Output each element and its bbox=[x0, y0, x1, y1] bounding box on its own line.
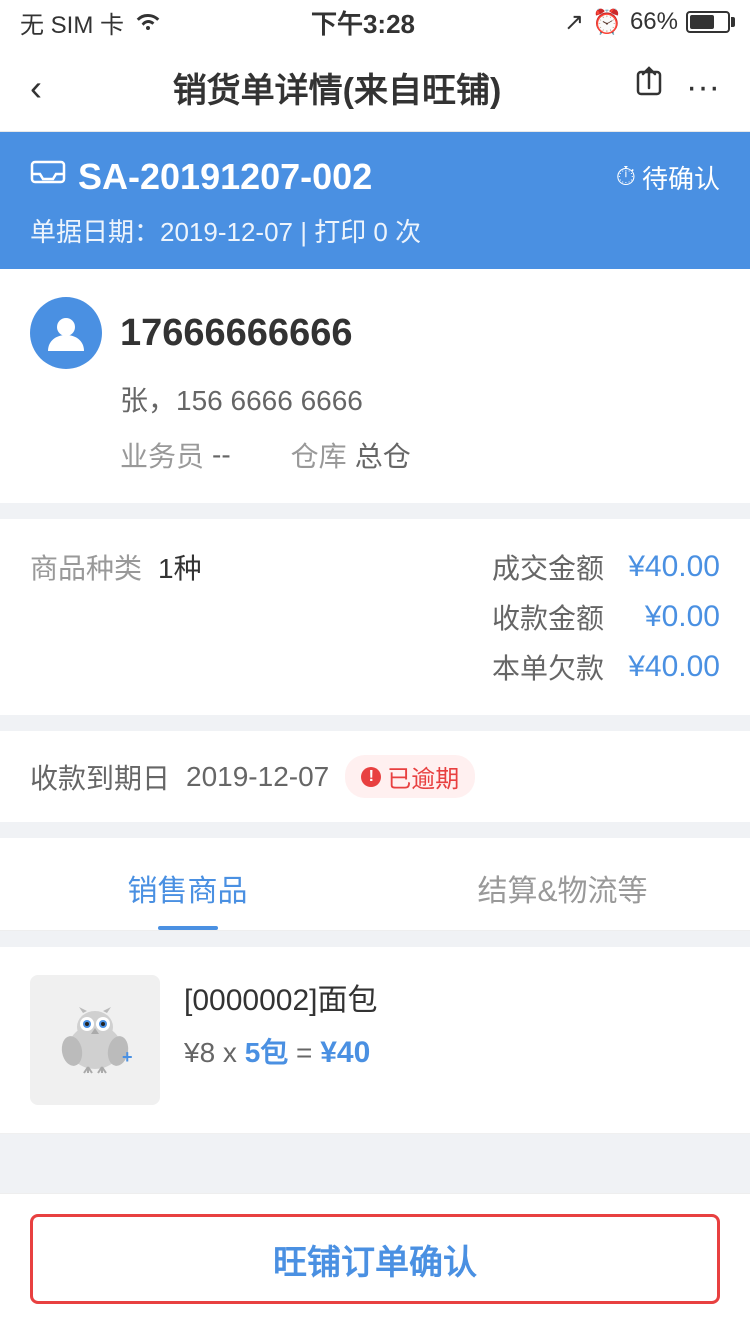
order-id-text: SA-20191207-002 bbox=[78, 156, 372, 198]
tab-settlement[interactable]: 结算&物流等 bbox=[375, 838, 750, 930]
amount-label-0: 成交金额 bbox=[492, 547, 604, 587]
status-time: 下午3:28 bbox=[311, 4, 415, 41]
unit-price: ¥8 x bbox=[184, 1037, 245, 1068]
product-thumbnail: + bbox=[30, 975, 160, 1105]
nav-actions: ··· bbox=[632, 66, 720, 109]
duedate-value: 2019-12-07 bbox=[186, 761, 329, 793]
status-bar: 无 SIM 卡 下午3:28 ↗ ⏰ 66% bbox=[0, 0, 750, 44]
customer-avatar bbox=[30, 297, 102, 369]
product-name: [0000002]面包 bbox=[184, 975, 720, 1019]
summary-right: 成交金额 ¥40.00 收款金额 ¥0.00 本单欠款 ¥40.00 bbox=[492, 547, 720, 687]
order-date: 单据日期：2019-12-07 | 打印 0 次 bbox=[30, 212, 720, 249]
tab-products-label: 销售商品 bbox=[128, 875, 248, 908]
quantity: 5包 bbox=[245, 1037, 289, 1068]
tab-products[interactable]: 销售商品 bbox=[0, 838, 375, 930]
overdue-badge: ! 已逾期 bbox=[345, 755, 475, 798]
product-price: ¥8 x 5包 = ¥40 bbox=[184, 1031, 720, 1071]
battery-icon bbox=[686, 11, 730, 33]
duedate-section: 收款到期日 2019-12-07 ! 已逾期 bbox=[0, 731, 750, 822]
customer-phone: 17666666666 bbox=[120, 312, 352, 355]
customer-name: 张，156 6666 6666 bbox=[120, 379, 720, 419]
page-title: 销货单详情(来自旺铺) bbox=[173, 63, 502, 112]
carrier-text: 无 SIM 卡 bbox=[20, 5, 124, 40]
battery-percent: 66% bbox=[630, 8, 678, 36]
customer-section: 17666666666 张，156 6666 6666 业务员 -- 仓库 总仓 bbox=[0, 269, 750, 503]
share-icon[interactable] bbox=[632, 66, 666, 109]
product-item: + [0000002]面包 ¥8 x 5包 = ¥40 bbox=[0, 947, 750, 1134]
equals: = bbox=[288, 1037, 320, 1068]
category-label: 商品种类 bbox=[30, 547, 142, 587]
more-icon[interactable]: ··· bbox=[686, 68, 720, 107]
location-icon: ↗ bbox=[564, 8, 584, 37]
warehouse-value: 总仓 bbox=[355, 435, 411, 475]
customer-meta: 业务员 -- 仓库 总仓 bbox=[120, 435, 720, 475]
sales-rep-label: 业务员 bbox=[120, 435, 204, 475]
status-left: 无 SIM 卡 bbox=[20, 5, 162, 40]
order-status-text: 待确认 bbox=[642, 159, 720, 196]
amount-value-0: ¥40.00 bbox=[620, 550, 720, 584]
alarm-icon: ⏰ bbox=[592, 8, 622, 37]
bottom-bar: 旺铺订单确认 bbox=[0, 1193, 750, 1334]
product-list: + [0000002]面包 ¥8 x 5包 = ¥40 bbox=[0, 947, 750, 1134]
nav-bar: ‹ 销货单详情(来自旺铺) ··· bbox=[0, 44, 750, 132]
amount-value-1: ¥0.00 bbox=[620, 600, 720, 634]
wifi-icon bbox=[134, 8, 162, 37]
amount-value-2: ¥40.00 bbox=[620, 650, 720, 684]
clock-icon: ⏱ bbox=[616, 161, 636, 193]
category-value: 1种 bbox=[158, 547, 202, 587]
svg-text:+: + bbox=[122, 1047, 133, 1067]
summary-section: 商品种类 1种 成交金额 ¥40.00 收款金额 ¥0.00 本单欠款 ¥40.… bbox=[0, 519, 750, 715]
order-status: ⏱ 待确认 bbox=[616, 159, 720, 196]
amount-label-2: 本单欠款 bbox=[492, 647, 604, 687]
product-info: [0000002]面包 ¥8 x 5包 = ¥40 bbox=[184, 975, 720, 1071]
tabs-section: 销售商品 结算&物流等 bbox=[0, 838, 750, 931]
sales-rep-value: -- bbox=[212, 439, 231, 471]
duedate-label: 收款到期日 bbox=[30, 757, 170, 797]
tabs-header: 销售商品 结算&物流等 bbox=[0, 838, 750, 931]
status-right: ↗ ⏰ 66% bbox=[564, 8, 730, 37]
tab-settlement-label: 结算&物流等 bbox=[477, 875, 647, 908]
order-id-section: SA-20191207-002 bbox=[30, 156, 372, 198]
total-price: ¥40 bbox=[320, 1036, 370, 1069]
confirm-button[interactable]: 旺铺订单确认 bbox=[30, 1214, 720, 1304]
overdue-text: 已逾期 bbox=[387, 759, 459, 794]
warehouse-label: 仓库 bbox=[291, 435, 347, 475]
order-header: SA-20191207-002 ⏱ 待确认 单据日期：2019-12-07 | … bbox=[0, 132, 750, 269]
amount-label-1: 收款金额 bbox=[492, 597, 604, 637]
summary-left: 商品种类 1种 bbox=[30, 547, 202, 587]
inbox-icon bbox=[30, 159, 66, 196]
overdue-dot-icon: ! bbox=[361, 767, 381, 787]
back-button[interactable]: ‹ bbox=[30, 67, 42, 109]
